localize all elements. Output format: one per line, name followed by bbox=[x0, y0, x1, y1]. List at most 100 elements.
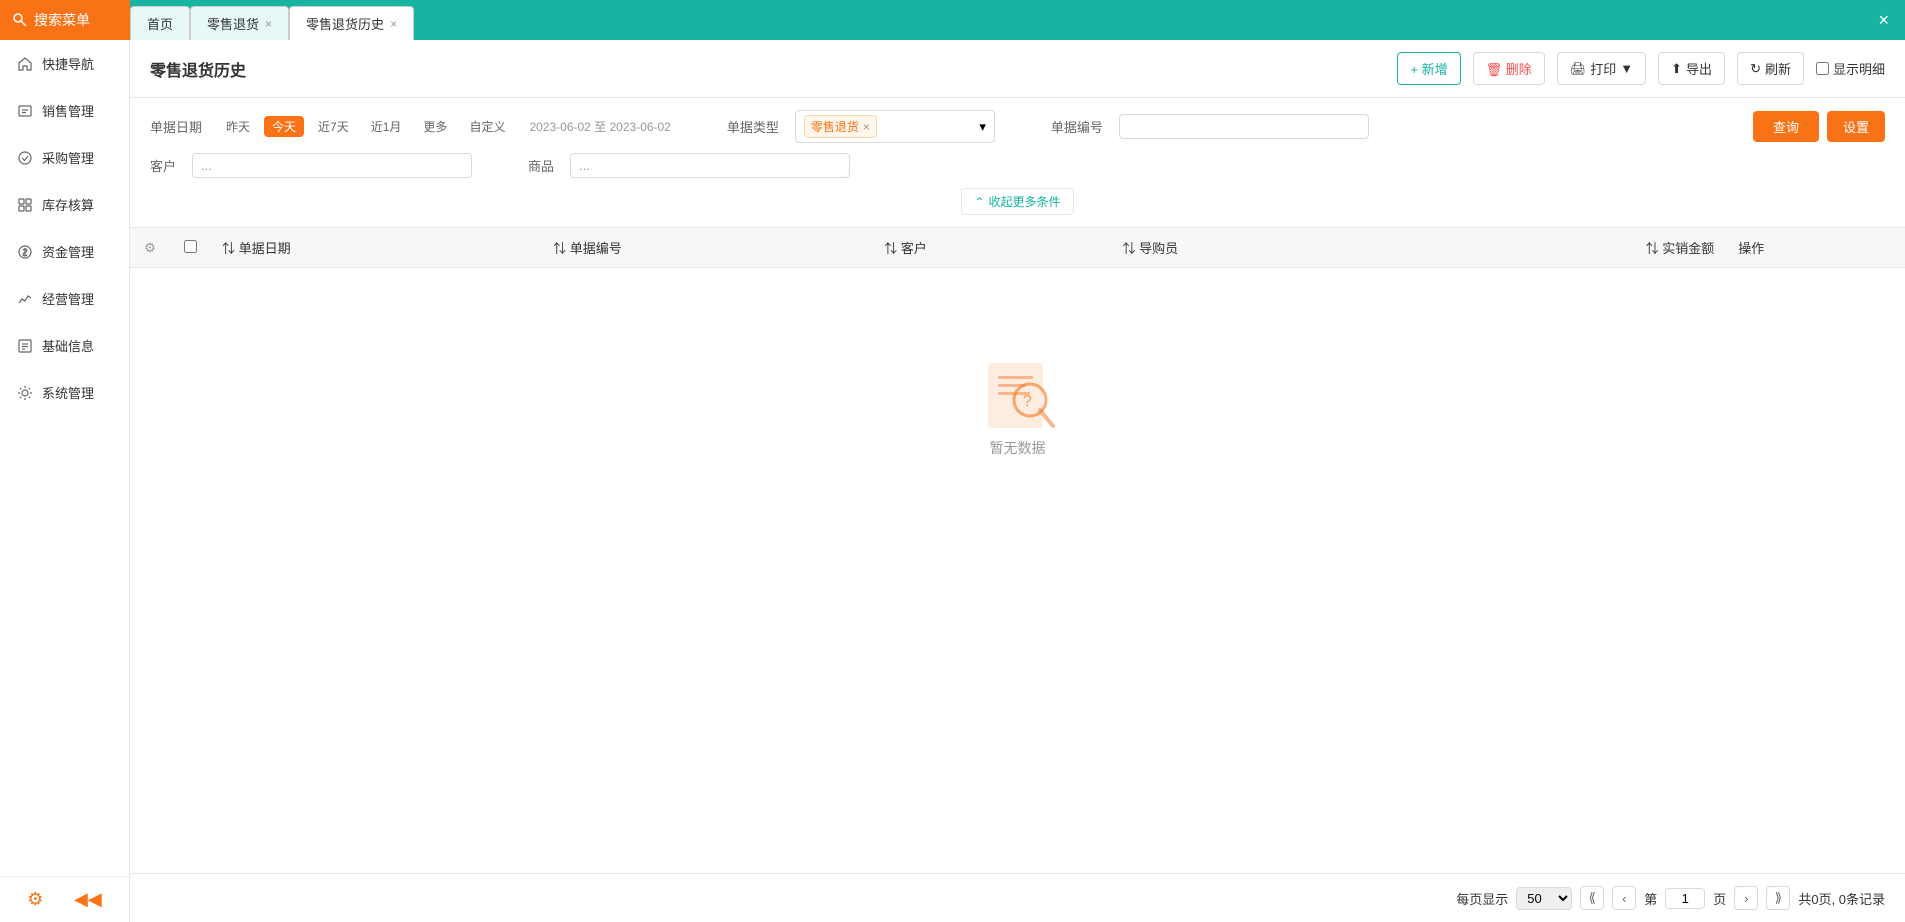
th-settings: ⚙ bbox=[130, 228, 170, 268]
date-filter-custom[interactable]: 自定义 bbox=[461, 116, 513, 137]
sidebar-item-quick-nav[interactable]: 快捷导航 bbox=[0, 40, 129, 87]
th-customer[interactable]: ⇅ 客户 bbox=[872, 228, 1110, 268]
finance-icon bbox=[16, 243, 34, 261]
prev-page-button[interactable]: ‹ bbox=[1612, 886, 1636, 910]
top-bar: 搜索菜单 首页 零售退货 × 零售退货历史 × × bbox=[0, 0, 1905, 40]
sidebar-label-quick-nav: 快捷导航 bbox=[42, 54, 94, 73]
print-button[interactable]: 🖨 打印 ▼ bbox=[1557, 52, 1646, 85]
basic-info-icon bbox=[16, 337, 34, 355]
sidebar-label-inventory: 库存核算 bbox=[42, 195, 94, 214]
next-page-button[interactable]: › bbox=[1734, 886, 1758, 910]
customer-select[interactable]: ... bbox=[192, 153, 472, 178]
sidebar-bottom: ⚙ ◀◀ bbox=[0, 876, 129, 922]
empty-illustration: ? bbox=[968, 348, 1068, 438]
first-page-button[interactable]: ⟪ bbox=[1580, 886, 1604, 910]
th-action: 操作 bbox=[1726, 228, 1905, 268]
export-button[interactable]: ⬆ 导出 bbox=[1658, 52, 1725, 85]
date-label: 单据日期 bbox=[150, 117, 202, 136]
close-tab-retail-return[interactable]: × bbox=[265, 17, 272, 31]
window-close-button[interactable]: × bbox=[1862, 10, 1905, 31]
page-number-input[interactable] bbox=[1665, 888, 1705, 909]
sidebar-label-operations: 经营管理 bbox=[42, 289, 94, 308]
query-button[interactable]: 查询 bbox=[1753, 111, 1819, 142]
table-container: ⚙ ⇅ 单据日期 ⇅ 单据编号 bbox=[130, 228, 1905, 873]
doc-type-tag: 零售退货 × bbox=[804, 115, 877, 138]
purchase-icon bbox=[16, 149, 34, 167]
audio-bottom-button[interactable]: ◀◀ bbox=[74, 889, 102, 910]
toolbar: + 新增 🗑 删除 🖨 打印 ▼ ⬆ 导出 ↻ 刷新 显示明细 bbox=[1397, 52, 1885, 85]
goods-label: 商品 bbox=[528, 156, 554, 175]
doc-type-tag-remove[interactable]: × bbox=[863, 120, 870, 134]
sidebar-item-inventory[interactable]: 库存核算 bbox=[0, 181, 129, 228]
close-tab-retail-return-history[interactable]: × bbox=[390, 17, 397, 31]
tab-home[interactable]: 首页 bbox=[130, 6, 190, 40]
refresh-button[interactable]: ↻ 刷新 bbox=[1737, 52, 1804, 85]
delete-button[interactable]: 🗑 删除 bbox=[1473, 52, 1545, 85]
doc-type-label: 单据类型 bbox=[727, 117, 779, 136]
filter-row-1: 单据日期 昨天 今天 近7天 近1月 更多 自定义 2023-06-02 至 2… bbox=[150, 110, 1885, 143]
search-menu-label: 搜索菜单 bbox=[34, 10, 90, 30]
tab-bar: 首页 零售退货 × 零售退货历史 × bbox=[130, 0, 1862, 40]
tab-retail-return-history[interactable]: 零售退货历史 × bbox=[289, 6, 414, 40]
date-filter-7days[interactable]: 近7天 bbox=[310, 116, 357, 137]
empty-row: ? 暂无数据 bbox=[130, 268, 1905, 539]
sidebar-item-purchase-mgmt[interactable]: 采购管理 bbox=[0, 134, 129, 181]
sidebar: 快捷导航 销售管理 采购管理 bbox=[0, 40, 130, 922]
show-detail-checkbox-label[interactable]: 显示明细 bbox=[1816, 59, 1885, 78]
show-detail-label: 显示明细 bbox=[1833, 59, 1885, 78]
sidebar-item-system-mgmt[interactable]: 系统管理 bbox=[0, 369, 129, 416]
sidebar-item-finance[interactable]: 资金管理 bbox=[0, 228, 129, 275]
table-header: ⚙ ⇅ 单据日期 ⇅ 单据编号 bbox=[130, 228, 1905, 268]
action-buttons: 查询 设置 bbox=[1753, 111, 1885, 142]
filter-row-2: 客户 ... 商品 ... bbox=[150, 153, 1885, 178]
svg-text:?: ? bbox=[1023, 393, 1032, 410]
th-doc-number[interactable]: ⇅ 单据编号 bbox=[541, 228, 872, 268]
goods-ellipsis: ... bbox=[579, 158, 590, 173]
sales-icon bbox=[16, 102, 34, 120]
empty-text: 暂无数据 bbox=[990, 438, 1046, 458]
customer-label: 客户 bbox=[150, 156, 176, 175]
page-title: 零售退货历史 bbox=[150, 57, 246, 81]
th-doc-date[interactable]: ⇅ 单据日期 bbox=[210, 228, 541, 268]
per-page-select[interactable]: 50 100 200 bbox=[1516, 887, 1572, 910]
content-area: 零售退货历史 + 新增 🗑 删除 🖨 打印 ▼ ⬆ 导出 ↻ 刷新 bbox=[130, 40, 1905, 922]
data-table: ⚙ ⇅ 单据日期 ⇅ 单据编号 bbox=[130, 228, 1905, 538]
collapse-label: 收起更多条件 bbox=[989, 193, 1061, 210]
sidebar-label-system-mgmt: 系统管理 bbox=[42, 383, 94, 402]
doc-type-select[interactable]: 零售退货 × ▾ bbox=[795, 110, 995, 143]
doc-type-dropdown-icon: ▾ bbox=[979, 119, 986, 135]
sidebar-item-operations[interactable]: 经营管理 bbox=[0, 275, 129, 322]
inventory-icon bbox=[16, 196, 34, 214]
empty-state: ? 暂无数据 bbox=[130, 268, 1905, 538]
goods-select[interactable]: ... bbox=[570, 153, 850, 178]
collapse-button[interactable]: ⌃ 收起更多条件 bbox=[961, 188, 1073, 215]
date-filter-yesterday[interactable]: 昨天 bbox=[218, 116, 258, 137]
customer-ellipsis: ... bbox=[201, 158, 212, 173]
per-page-label: 每页显示 bbox=[1456, 889, 1508, 908]
pagination-summary: 共0页, 0条记录 bbox=[1798, 889, 1885, 908]
table-body: ? 暂无数据 bbox=[130, 268, 1905, 539]
date-filter-more[interactable]: 更多 bbox=[415, 116, 455, 137]
date-filter-1month[interactable]: 近1月 bbox=[363, 116, 410, 137]
new-button[interactable]: + 新增 bbox=[1397, 52, 1460, 85]
search-menu-button[interactable]: 搜索菜单 bbox=[0, 0, 130, 40]
th-amount[interactable]: ⇅ 实销金额 bbox=[1395, 228, 1726, 268]
sidebar-item-basic-info[interactable]: 基础信息 bbox=[0, 322, 129, 369]
table-settings-icon[interactable]: ⚙ bbox=[144, 240, 156, 255]
select-all-checkbox[interactable] bbox=[184, 240, 197, 253]
show-detail-checkbox[interactable] bbox=[1816, 62, 1829, 75]
page-unit: 页 bbox=[1713, 889, 1726, 908]
sidebar-label-finance: 资金管理 bbox=[42, 242, 94, 261]
filter-area: 单据日期 昨天 今天 近7天 近1月 更多 自定义 2023-06-02 至 2… bbox=[130, 98, 1905, 228]
sidebar-item-sales-mgmt[interactable]: 销售管理 bbox=[0, 87, 129, 134]
last-page-button[interactable]: ⟫ bbox=[1766, 886, 1790, 910]
th-guide[interactable]: ⇅ 导购员 bbox=[1110, 228, 1395, 268]
home-icon bbox=[16, 55, 34, 73]
date-filter-today[interactable]: 今天 bbox=[264, 116, 304, 137]
doc-number-input[interactable] bbox=[1119, 114, 1369, 139]
sidebar-label-sales-mgmt: 销售管理 bbox=[42, 101, 94, 120]
settings-button[interactable]: 设置 bbox=[1827, 111, 1885, 142]
th-checkbox bbox=[170, 228, 210, 268]
tab-retail-return[interactable]: 零售退货 × bbox=[190, 6, 289, 40]
settings-bottom-button[interactable]: ⚙ bbox=[27, 889, 43, 910]
